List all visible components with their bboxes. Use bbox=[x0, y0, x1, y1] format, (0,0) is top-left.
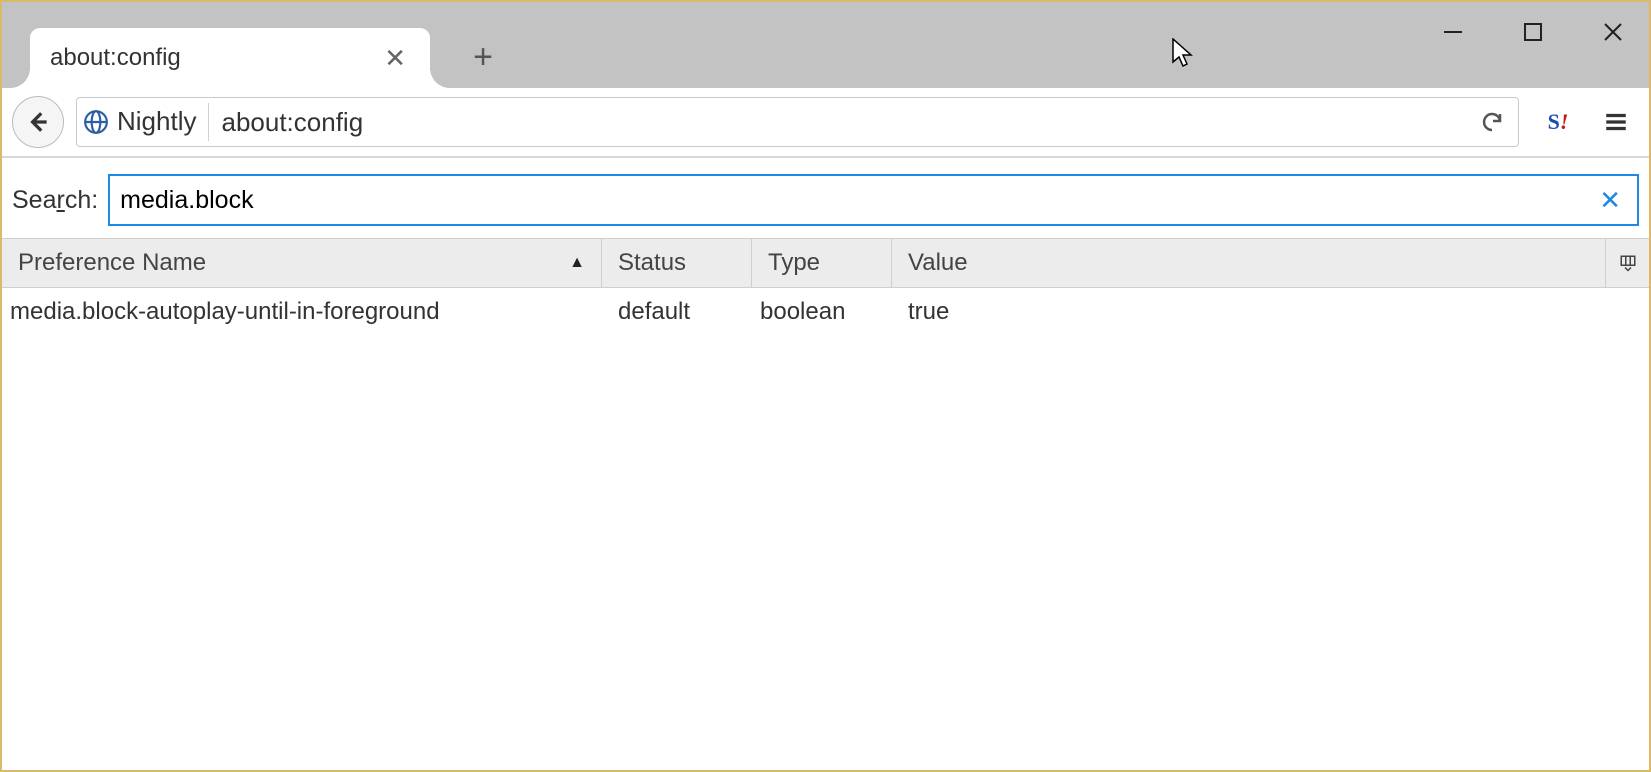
close-tab-icon[interactable]: ✕ bbox=[380, 39, 410, 78]
maximize-button[interactable] bbox=[1513, 12, 1553, 52]
column-label: Type bbox=[768, 249, 820, 277]
pref-type-cell: boolean bbox=[752, 298, 892, 326]
column-picker-icon bbox=[1619, 254, 1637, 272]
column-pref-name[interactable]: Preference Name ▲ bbox=[2, 239, 602, 287]
search-box: ✕ bbox=[108, 174, 1639, 226]
extension-button[interactable]: S! bbox=[1535, 99, 1581, 145]
titlebar: about:config ✕ + bbox=[2, 2, 1649, 88]
pref-name-cell: media.block-autoplay-until-in-foreground bbox=[2, 298, 602, 326]
app-menu-button[interactable] bbox=[1593, 99, 1639, 145]
hamburger-icon bbox=[1603, 109, 1629, 135]
search-label: Search: bbox=[12, 186, 98, 215]
browser-tab[interactable]: about:config ✕ bbox=[30, 28, 430, 88]
pref-value-cell: true bbox=[892, 298, 1649, 326]
identity-label: Nightly bbox=[117, 106, 196, 137]
tab-title: about:config bbox=[50, 44, 181, 72]
search-input[interactable] bbox=[120, 186, 1593, 215]
column-label: Value bbox=[908, 249, 968, 277]
new-tab-button[interactable]: + bbox=[458, 32, 508, 82]
url-text[interactable]: about:config bbox=[209, 107, 1472, 138]
back-button[interactable] bbox=[12, 96, 64, 148]
minimize-button[interactable] bbox=[1433, 12, 1473, 52]
reload-button[interactable] bbox=[1472, 102, 1512, 142]
window-controls bbox=[1433, 12, 1633, 52]
config-search-row: Search: ✕ bbox=[2, 158, 1649, 238]
sort-asc-icon: ▲ bbox=[569, 254, 585, 272]
column-label: Status bbox=[618, 249, 686, 277]
column-picker-button[interactable] bbox=[1605, 239, 1649, 287]
column-label: Preference Name bbox=[18, 249, 206, 277]
clear-search-icon[interactable]: ✕ bbox=[1593, 181, 1627, 220]
navigation-toolbar: Nightly about:config S! bbox=[2, 88, 1649, 158]
prefs-table-header: Preference Name ▲ Status Type Value bbox=[2, 238, 1649, 288]
column-status[interactable]: Status bbox=[602, 239, 752, 287]
close-window-button[interactable] bbox=[1593, 12, 1633, 52]
pref-status-cell: default bbox=[602, 298, 752, 326]
site-identity[interactable]: Nightly bbox=[83, 103, 209, 141]
column-type[interactable]: Type bbox=[752, 239, 892, 287]
extension-icon: S! bbox=[1548, 109, 1569, 135]
globe-icon bbox=[83, 109, 109, 135]
table-row[interactable]: media.block-autoplay-until-in-foreground… bbox=[2, 288, 1649, 336]
url-bar[interactable]: Nightly about:config bbox=[76, 97, 1519, 147]
prefs-table-body: media.block-autoplay-until-in-foreground… bbox=[2, 288, 1649, 770]
column-value[interactable]: Value bbox=[892, 239, 1605, 287]
